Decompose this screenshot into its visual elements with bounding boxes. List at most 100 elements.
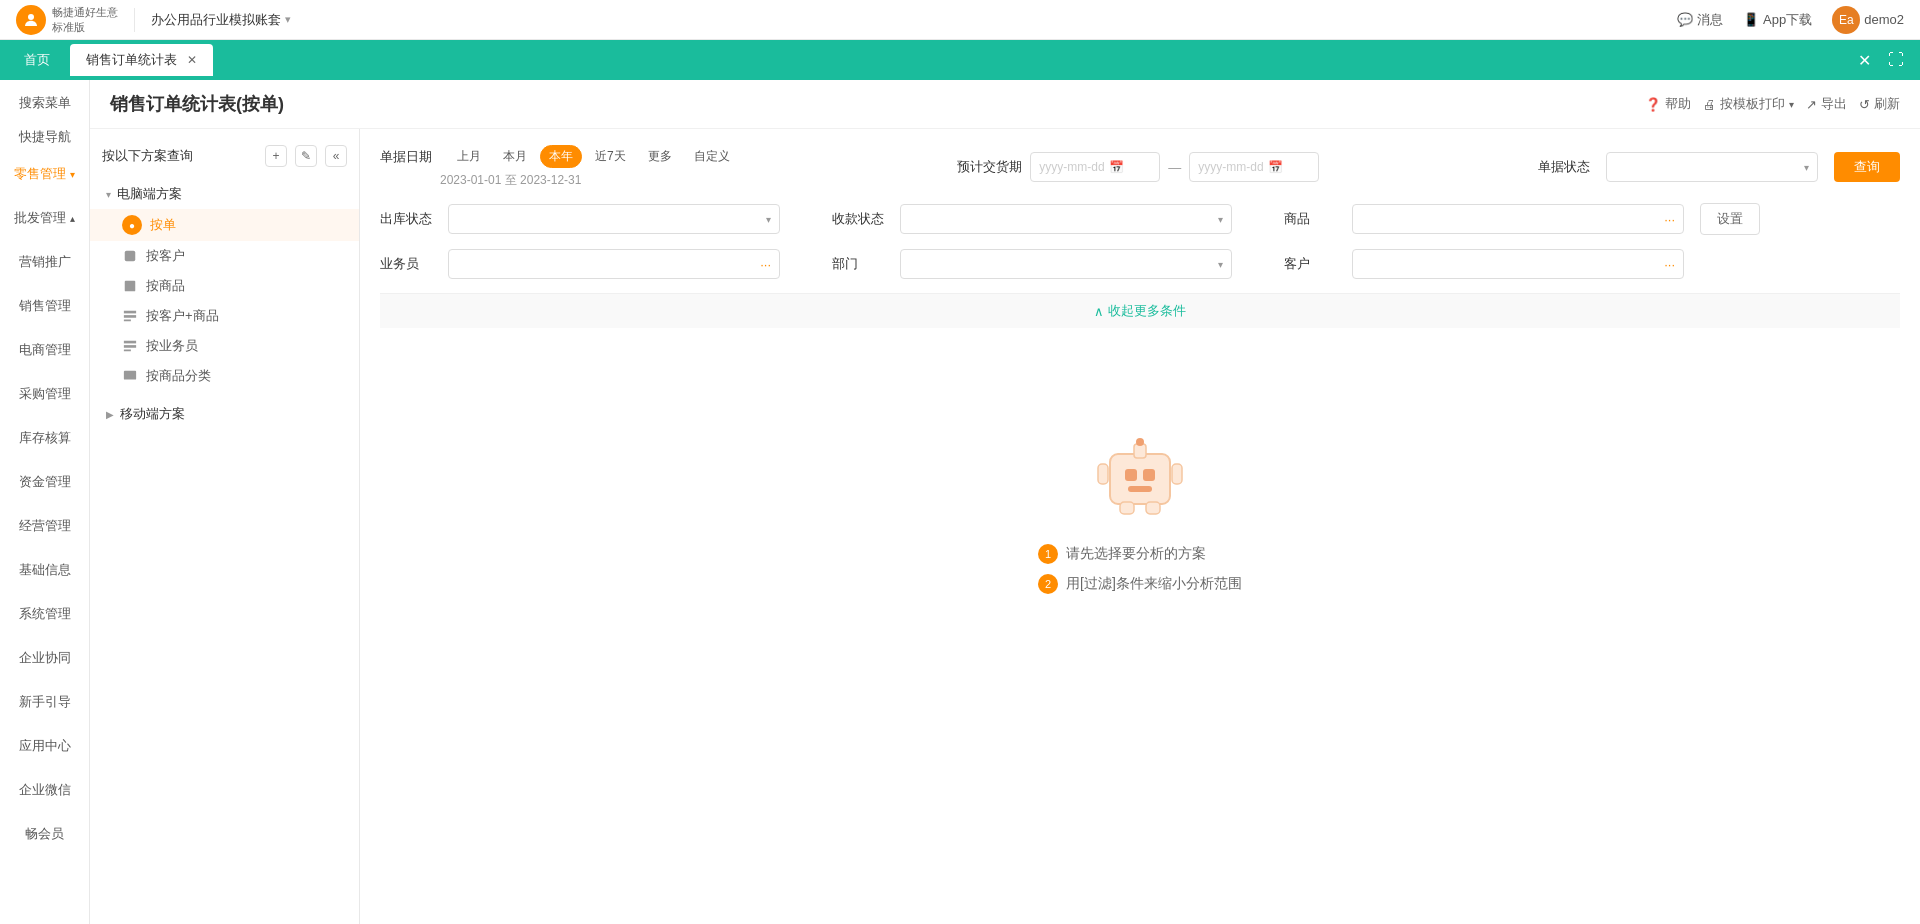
payment-status-select[interactable]: ▾ — [900, 204, 1232, 234]
department-label: 部门 — [832, 255, 892, 273]
ship-dropdown-icon: ▾ — [766, 214, 771, 225]
filter-field-payment-status: 收款状态 ▾ — [832, 204, 1232, 234]
message-button[interactable]: 💬 消息 — [1677, 11, 1723, 29]
empty-state: 1 请先选择要分析的方案 2 用[过滤]条件来缩小分析范围 — [360, 344, 1920, 684]
expected-delivery-start-placeholder: yyyy-mm-dd — [1039, 160, 1104, 174]
scheme-goods-icon — [122, 278, 138, 294]
print-button[interactable]: 🖨 按模板打印 ▾ — [1703, 95, 1794, 113]
tab-close-icon[interactable]: ✕ — [187, 53, 197, 67]
step-1-number: 1 — [1038, 544, 1058, 564]
sidebar-item-newbie[interactable]: 新手引导 — [0, 680, 89, 724]
sidebar-item-retail[interactable]: 零售管理 ▾ — [0, 152, 89, 196]
sidebar-item-nav[interactable]: 快捷导航 — [0, 122, 89, 152]
tab-close-window-button[interactable]: ✕ — [1852, 48, 1876, 72]
expected-delivery-label: 预计交货期 — [957, 158, 1022, 176]
filter-panel-actions: + ✎ « — [265, 145, 347, 167]
export-button[interactable]: ↗ 导出 — [1806, 95, 1847, 113]
sidebar-item-operations[interactable]: 经营管理 — [0, 504, 89, 548]
tab-home[interactable]: 首页 — [8, 44, 66, 76]
filter-field-expected-delivery: 预计交货期 yyyy-mm-dd 📅 — yyyy-mm-dd 📅 — [957, 152, 1319, 182]
topbar-left: 畅捷通好生意 标准版 办公用品行业模拟账套 ▾ — [16, 5, 291, 35]
goods-more-icon[interactable]: ··· — [1664, 212, 1675, 227]
sidebar-item-sales[interactable]: 销售管理 — [0, 284, 89, 328]
scheme-goods-cat-icon — [122, 368, 138, 384]
calendar-icon: 📅 — [1109, 160, 1124, 174]
sidebar-item-member[interactable]: 畅会员 — [0, 812, 89, 856]
filter-field-salesperson: 业务员 ··· — [380, 249, 780, 279]
date-separator: — — [1168, 160, 1181, 175]
customer-select[interactable]: ··· — [1352, 249, 1684, 279]
app-download-button[interactable]: 📱 App下载 — [1743, 11, 1812, 29]
tabbar: 首页 销售订单统计表 ✕ ✕ ⛶ — [0, 40, 1920, 80]
svg-rect-17 — [1172, 464, 1182, 484]
sidebar-item-cooperation[interactable]: 企业协同 — [0, 636, 89, 680]
salesperson-select[interactable]: ··· — [448, 249, 780, 279]
department-select[interactable]: ▾ — [900, 249, 1232, 279]
empty-icon — [1090, 424, 1190, 524]
date-custom-button[interactable]: 自定义 — [685, 145, 739, 168]
date-this-year-button[interactable]: 本年 — [540, 145, 582, 168]
expand-arrow-icon: ▾ — [106, 189, 111, 200]
sidebar: 搜索菜单 快捷导航 零售管理 ▾ 批发管理 ▴ 营销推广 销售管理 电商管理 采… — [0, 80, 90, 924]
content-area: 销售订单统计表(按单) ❓ 帮助 🖨 按模板打印 ▾ ↗ 导出 ↺ 刷新 — [90, 80, 1920, 924]
sidebar-item-marketing[interactable]: 营销推广 — [0, 240, 89, 284]
svg-rect-3 — [124, 311, 136, 314]
expected-delivery-end[interactable]: yyyy-mm-dd 📅 — [1189, 152, 1319, 182]
sidebar-item-search[interactable]: 搜索菜单 — [0, 84, 89, 122]
sidebar-item-wholesale[interactable]: 批发管理 ▴ — [0, 196, 89, 240]
filter-row-3: 业务员 ··· 部门 ▾ — [380, 249, 1900, 279]
retail-arrow-icon: ▾ — [70, 169, 75, 180]
customer-more-icon[interactable]: ··· — [1664, 257, 1675, 272]
tab-sales-order-stats[interactable]: 销售订单统计表 ✕ — [70, 44, 213, 76]
scheme-by-order[interactable]: ● 按单 — [90, 209, 359, 241]
scheme-by-customer[interactable]: 按客户 — [90, 241, 359, 271]
sidebar-item-basic[interactable]: 基础信息 — [0, 548, 89, 592]
workspace-selector[interactable]: 办公用品行业模拟账套 ▾ — [151, 11, 291, 29]
sidebar-item-inventory[interactable]: 库存核算 — [0, 416, 89, 460]
mobile-schemes-parent[interactable]: ▶ 移动端方案 — [90, 399, 359, 429]
quick-date-buttons: 上月 本月 本年 近7天 更多 自定义 — [448, 145, 739, 168]
edit-scheme-button[interactable]: ✎ — [295, 145, 317, 167]
expected-delivery-start[interactable]: yyyy-mm-dd 📅 — [1030, 152, 1160, 182]
sidebar-item-appstore[interactable]: 应用中心 — [0, 724, 89, 768]
collapse-scheme-button[interactable]: « — [325, 145, 347, 167]
logo-icon — [16, 5, 46, 35]
sidebar-item-wechat[interactable]: 企业微信 — [0, 768, 89, 812]
scheme-by-salesperson[interactable]: 按业务员 — [90, 331, 359, 361]
svg-rect-8 — [124, 350, 131, 352]
svg-rect-12 — [1143, 469, 1155, 481]
date-last-month-button[interactable]: 上月 — [448, 145, 490, 168]
desktop-schemes-section: ▾ 电脑端方案 ● 按单 按客户 — [90, 175, 359, 395]
svg-rect-4 — [124, 315, 136, 318]
filter-field-order-status: 单据状态 ▾ — [1538, 152, 1818, 182]
tab-expand-button[interactable]: ⛶ — [1884, 48, 1908, 72]
order-status-select[interactable]: ▾ — [1606, 152, 1818, 182]
mobile-expand-arrow-icon: ▶ — [106, 409, 114, 420]
ship-status-select[interactable]: ▾ — [448, 204, 780, 234]
add-scheme-button[interactable]: + — [265, 145, 287, 167]
topbar-right: 💬 消息 📱 App下载 Ea demo2 — [1677, 6, 1904, 34]
sidebar-item-system[interactable]: 系统管理 — [0, 592, 89, 636]
date-this-month-button[interactable]: 本月 — [494, 145, 536, 168]
refresh-button[interactable]: ↺ 刷新 — [1859, 95, 1900, 113]
scheme-by-customer-goods[interactable]: 按客户+商品 — [90, 301, 359, 331]
sidebar-item-purchase[interactable]: 采购管理 — [0, 372, 89, 416]
scheme-by-goods[interactable]: 按商品 — [90, 271, 359, 301]
ship-status-label: 出库状态 — [380, 210, 440, 228]
divider — [134, 8, 135, 32]
scheme-by-goods-category[interactable]: 按商品分类 — [90, 361, 359, 391]
svg-rect-7 — [124, 345, 136, 348]
collapse-conditions-button[interactable]: ∧ 收起更多条件 — [380, 293, 1900, 328]
sidebar-item-ecommerce[interactable]: 电商管理 — [0, 328, 89, 372]
date-last-7days-button[interactable]: 近7天 — [586, 145, 635, 168]
salesperson-more-icon[interactable]: ··· — [760, 257, 771, 272]
search-button[interactable]: 查询 — [1834, 152, 1900, 182]
settings-button[interactable]: 设置 — [1700, 203, 1760, 235]
sidebar-item-finance[interactable]: 资金管理 — [0, 460, 89, 504]
user-menu-button[interactable]: Ea demo2 — [1832, 6, 1904, 34]
goods-select[interactable]: ··· — [1352, 204, 1684, 234]
filter-field-goods: 商品 ··· — [1284, 204, 1684, 234]
date-more-button[interactable]: 更多 — [639, 145, 681, 168]
desktop-schemes-parent[interactable]: ▾ 电脑端方案 — [90, 179, 359, 209]
help-button[interactable]: ❓ 帮助 — [1645, 95, 1691, 113]
